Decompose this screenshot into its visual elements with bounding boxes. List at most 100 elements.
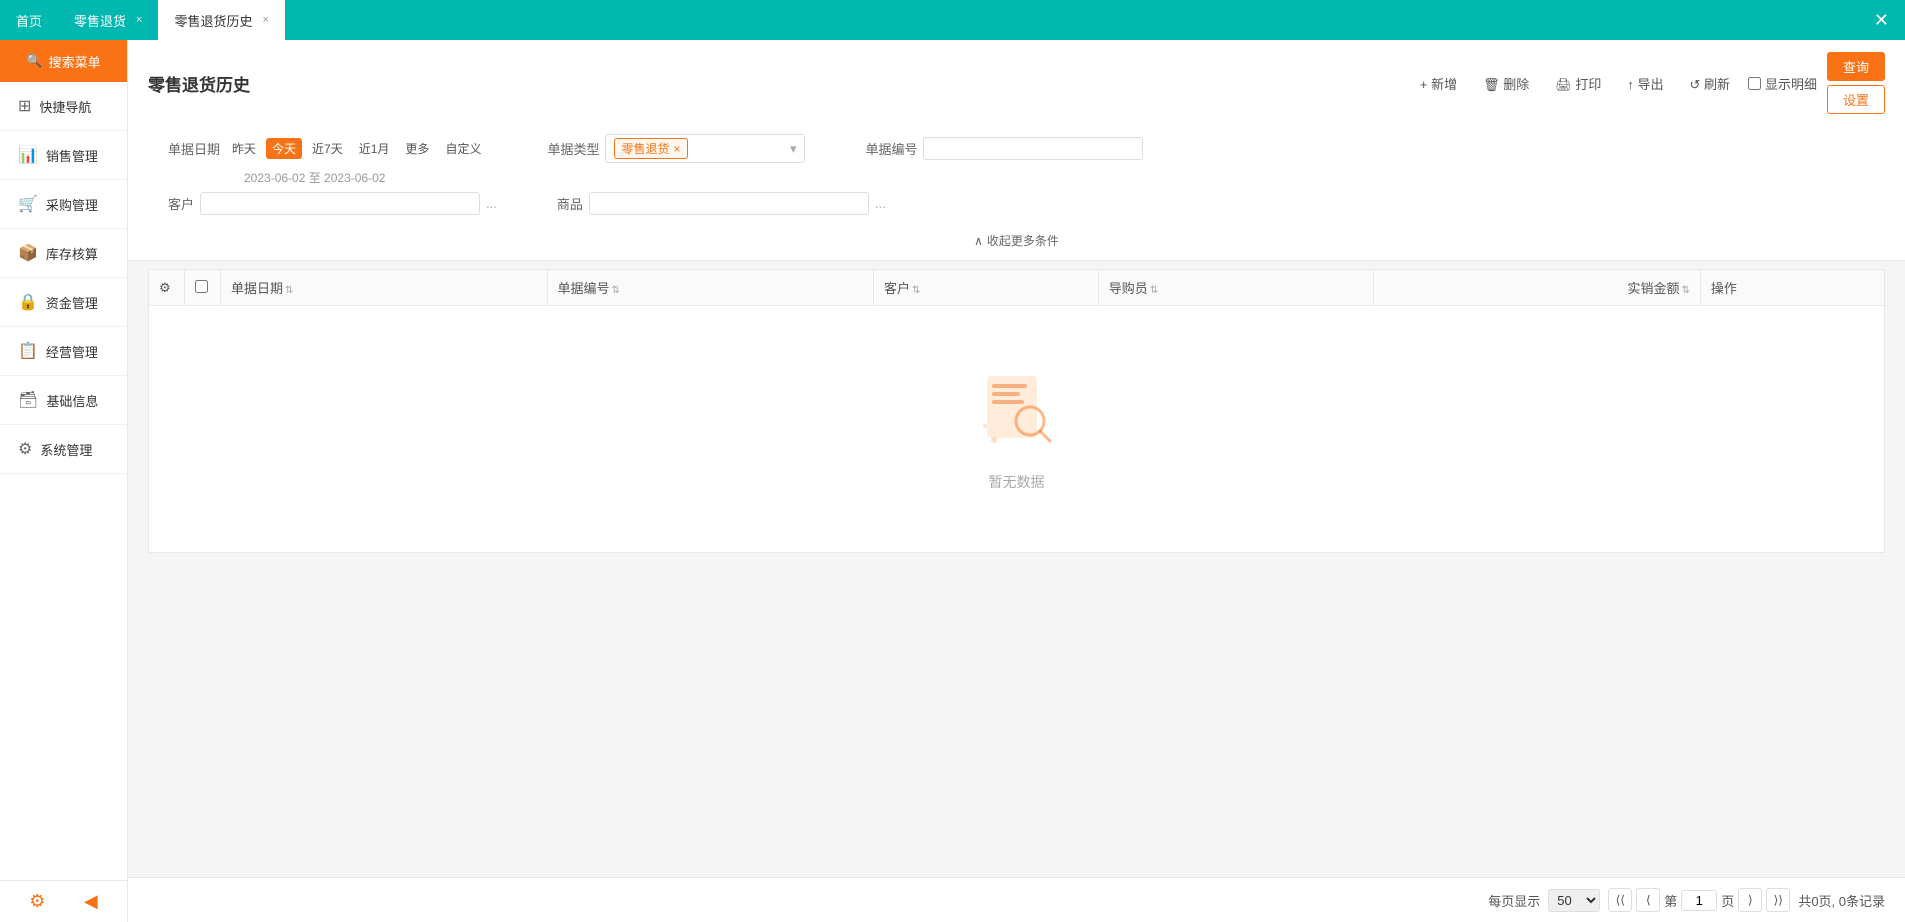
sidebar-item-sales-mgmt[interactable]: 📊销售管理: [0, 131, 127, 180]
col-guide: 导购员⇅: [1098, 270, 1374, 306]
filter-area: 单据日期 昨天今天近7天近1月更多自定义 单据类型 零售退货 × ▾: [148, 124, 1885, 260]
collapse-button[interactable]: ∧ 收起更多条件: [964, 229, 1069, 252]
sidebar-bottom: ⚙ ◀: [0, 880, 127, 922]
empty-row: 暂无数据: [149, 306, 1885, 553]
sidebar-item-operations[interactable]: 📋 经营管理: [0, 327, 127, 376]
date-btn-custom[interactable]: 自定义: [439, 138, 487, 159]
tab-home[interactable]: 首页: [0, 0, 58, 40]
new-button[interactable]: + 新增: [1412, 70, 1465, 97]
base-info-icon: 🗃: [18, 390, 38, 410]
tab-close-retail-return-history[interactable]: ×: [262, 14, 268, 26]
empty-text: 暂无数据: [989, 472, 1045, 492]
doc-no-label: 单据编号: [865, 139, 917, 158]
search-icon: 🔍: [26, 53, 42, 69]
customer-ellipsis[interactable]: ...: [486, 196, 497, 211]
sidebar-item-finance[interactable]: 🔒 资金管理: [0, 278, 127, 327]
next-page-button[interactable]: ⟩: [1738, 888, 1762, 912]
sidebar: 🔍 搜索菜单 ⊞ 快捷导航 📊销售管理🛒采购管理📦库存核算 🔒 资金管理 📋 经营管理 🗃 基础…: [0, 40, 128, 922]
date-btn-more[interactable]: 更多: [399, 138, 435, 159]
col-settings[interactable]: ⚙: [149, 270, 185, 306]
sidebar-search-button[interactable]: 🔍 搜索菜单: [0, 40, 127, 82]
sort-icon[interactable]: ⇅: [912, 285, 920, 296]
doc-no-filter: 单据编号: [865, 137, 1143, 160]
app-close-button[interactable]: ✕: [1874, 10, 1889, 31]
sidebar-menu: ⊞ 快捷导航 📊销售管理🛒采购管理📦库存核算 🔒 资金管理 📋 经营管理 🗃 基础信息 ⚙系统管理: [0, 82, 127, 880]
empty-state: 暂无数据: [149, 306, 1884, 552]
collapse-icon: ∧: [974, 234, 983, 248]
goods-label: 商品: [557, 194, 583, 213]
sidebar-item-label-operations: 经营管理: [46, 342, 98, 361]
show-detail-checkbox[interactable]: [1748, 77, 1761, 90]
sort-icon[interactable]: ⇅: [285, 285, 293, 296]
tab-close-retail-return[interactable]: ×: [136, 14, 142, 26]
query-button[interactable]: 查询: [1827, 52, 1885, 81]
select-all-checkbox[interactable]: [195, 280, 208, 293]
sidebar-item-quick-nav[interactable]: ⊞ 快捷导航: [0, 82, 127, 131]
collapse-row: ∧ 收起更多条件: [168, 225, 1865, 260]
tab-retail-return[interactable]: 零售退货×: [58, 0, 158, 40]
chevron-down-icon: ▾: [790, 141, 797, 157]
sidebar-item-sys-mgmt[interactable]: ⚙系统管理: [0, 425, 127, 474]
page-header: 零售退货历史 + 新增 🗑 删除 🖨 打印 ↑ 导出 ↺ 刷新 显示明细 查询 …: [128, 40, 1905, 261]
doc-type-filter: 单据类型 零售退货 × ▾: [547, 134, 805, 163]
tab-bar: 首页零售退货×零售退货历史×: [0, 0, 1874, 40]
first-page-button[interactable]: ⟨⟨: [1608, 888, 1632, 912]
page-number-input[interactable]: [1681, 890, 1717, 911]
per-page-label: 每页显示: [1488, 891, 1540, 910]
inventory-icon: 📦: [18, 243, 38, 263]
setting-button[interactable]: 设置: [1827, 85, 1885, 114]
delete-button[interactable]: 🗑 删除: [1475, 70, 1537, 97]
date-range-row: 2023-06-02 至 2023-06-02: [168, 169, 1865, 186]
customer-input[interactable]: [200, 192, 480, 215]
filter-row-2: 客户 ... 商品 ...: [168, 192, 1865, 215]
col-amount: 实销金额⇅: [1374, 270, 1701, 306]
date-btn-yesterday[interactable]: 昨天: [226, 138, 262, 159]
operations-icon: 📋: [18, 341, 38, 361]
sort-icon[interactable]: ⇅: [1150, 285, 1158, 296]
sidebar-item-inventory[interactable]: 📦库存核算: [0, 229, 127, 278]
purchase-mgmt-icon: 🛒: [18, 194, 38, 214]
doc-type-select[interactable]: 零售退货 × ▾: [605, 134, 805, 163]
col-customer: 客户⇅: [874, 270, 1099, 306]
date-buttons: 昨天今天近7天近1月更多自定义: [226, 138, 487, 159]
toolbar: + 新增 🗑 删除 🖨 打印 ↑ 导出 ↺ 刷新 显示明细 查询 设置: [1412, 52, 1885, 114]
tag-close-icon[interactable]: ×: [673, 142, 680, 156]
print-button[interactable]: 🖨 打印: [1547, 70, 1609, 97]
date-filter: 单据日期 昨天今天近7天近1月更多自定义: [168, 138, 487, 159]
sidebar-item-label-base-info: 基础信息: [46, 391, 98, 410]
sort-icon[interactable]: ⇅: [612, 285, 620, 296]
sidebar-item-base-info[interactable]: 🗃 基础信息: [0, 376, 127, 425]
date-btn-last7[interactable]: 近7天: [306, 138, 349, 159]
top-bar: 首页零售退货×零售退货历史× ✕: [0, 0, 1905, 40]
sidebar-search-label: 搜索菜单: [49, 52, 101, 71]
page-title-row: 零售退货历史 + 新增 🗑 删除 🖨 打印 ↑ 导出 ↺ 刷新 显示明细 查询 …: [148, 52, 1885, 114]
prev-page-button[interactable]: ⟨: [1636, 888, 1660, 912]
date-btn-today[interactable]: 今天: [266, 138, 302, 159]
total-info: 共0页, 0条记录: [1798, 891, 1885, 910]
customer-filter: 客户 ...: [168, 192, 497, 215]
export-button[interactable]: ↑ 导出: [1619, 70, 1671, 97]
col-checkbox[interactable]: [185, 270, 221, 306]
refresh-button[interactable]: ↺ 刷新: [1681, 70, 1738, 97]
goods-filter: 商品 ...: [557, 192, 886, 215]
quick-nav-icon: ⊞: [18, 96, 31, 116]
sidebar-item-label-quick-nav: 快捷导航: [39, 97, 91, 116]
finance-icon: 🔒: [18, 292, 38, 312]
content-area: 零售退货历史 + 新增 🗑 删除 🖨 打印 ↑ 导出 ↺ 刷新 显示明细 查询 …: [128, 40, 1905, 922]
last-page-button[interactable]: ⟩⟩: [1766, 888, 1790, 912]
doc-no-input[interactable]: [923, 137, 1143, 160]
sidebar-item-label-finance: 资金管理: [46, 293, 98, 312]
col-doc-date: 单据日期⇅: [221, 270, 548, 306]
sidebar-item-purchase-mgmt[interactable]: 🛒采购管理: [0, 180, 127, 229]
goods-input[interactable]: [589, 192, 869, 215]
per-page-select[interactable]: 102050100: [1548, 889, 1600, 912]
sort-icon[interactable]: ⇅: [1682, 285, 1690, 296]
sidebar-settings-icon[interactable]: ⚙: [29, 891, 45, 912]
tab-retail-return-history[interactable]: 零售退货历史×: [158, 0, 284, 40]
doc-type-tag: 零售退货 ×: [614, 138, 687, 159]
empty-illustration: [972, 366, 1062, 456]
goods-ellipsis[interactable]: ...: [875, 196, 886, 211]
date-btn-last_month[interactable]: 近1月: [353, 138, 396, 159]
pagination-bar: 每页显示 102050100 ⟨⟨ ⟨ 第 页 ⟩ ⟩⟩ 共0页, 0条记录: [128, 877, 1905, 922]
sidebar-collapse-icon[interactable]: ◀: [84, 891, 98, 912]
